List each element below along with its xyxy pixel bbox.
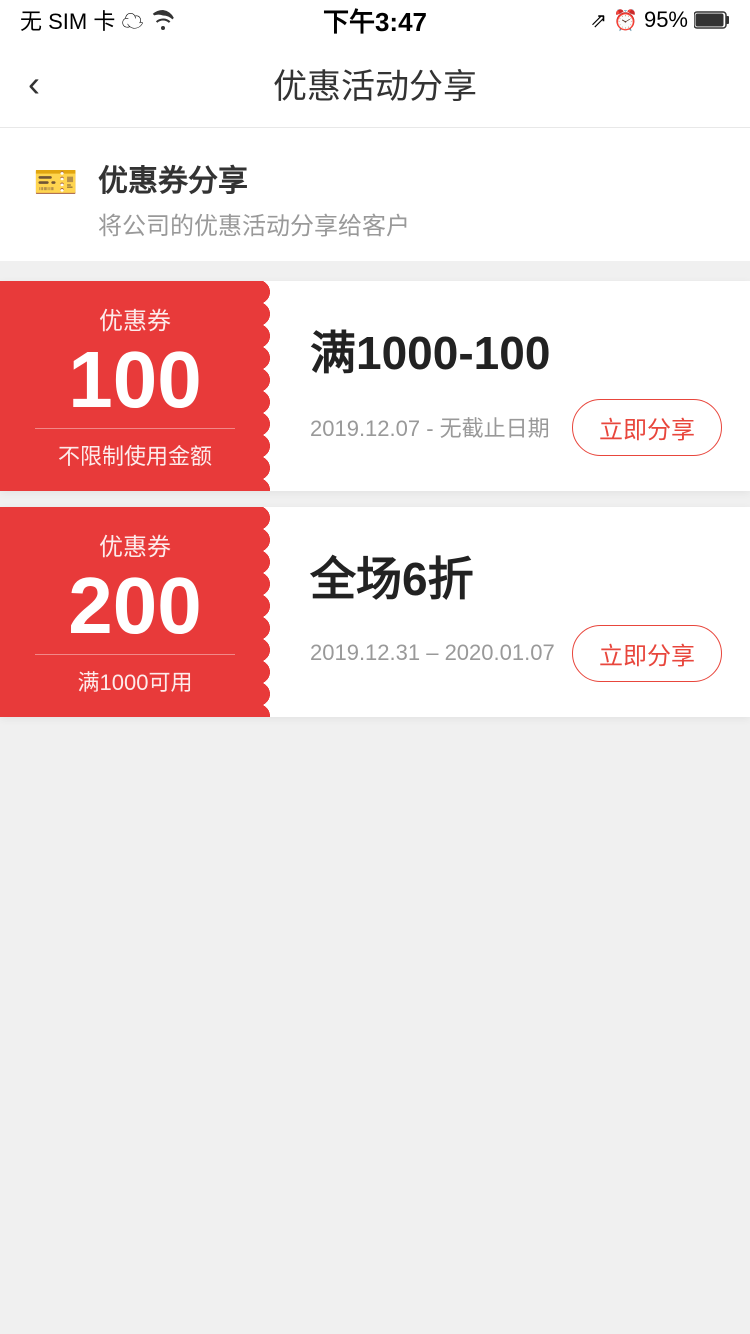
status-bar: 无 SIM 卡 ☁ 下午3:47 ⇗ ⏰ 95% bbox=[0, 0, 750, 40]
coupon-footer: 2019.12.07 - 无截止日期 立即分享 bbox=[310, 399, 722, 456]
battery-icon bbox=[694, 10, 730, 30]
page-title: 优惠活动分享 bbox=[273, 59, 477, 108]
wifi-icon bbox=[151, 10, 175, 30]
coupon-date: 2019.12.31 – 2020.01.07 bbox=[310, 640, 560, 666]
section-header: 🎫 优惠券分享 将公司的优惠活动分享给客户 bbox=[0, 128, 750, 261]
battery-percent: 95% bbox=[644, 7, 688, 33]
coupon-type-label: 优惠券 bbox=[99, 527, 171, 562]
coupon-condition: 满1000可用 bbox=[78, 665, 193, 697]
share-button[interactable]: 立即分享 bbox=[572, 625, 722, 682]
coupon-right-panel: 满1000-100 2019.12.07 - 无截止日期 立即分享 bbox=[270, 281, 750, 491]
share-button[interactable]: 立即分享 bbox=[572, 399, 722, 456]
coupon-name: 满1000-100 bbox=[310, 317, 722, 383]
coupon-list: 优惠券 100 不限制使用金额 满1000-100 2019.12.07 - 无… bbox=[0, 281, 750, 737]
status-time: 下午3:47 bbox=[323, 2, 427, 39]
coupon-amount: 100 bbox=[68, 340, 201, 420]
status-left: 无 SIM 卡 ☁ bbox=[20, 4, 175, 36]
empty-area bbox=[0, 737, 750, 1237]
coupon-date: 2019.12.07 - 无截止日期 bbox=[310, 411, 560, 443]
section-text: 优惠券分享 将公司的优惠活动分享给客户 bbox=[98, 156, 410, 241]
coupon-type-label: 优惠券 bbox=[99, 301, 171, 336]
coupon-section-icon: 🎫 bbox=[30, 156, 82, 208]
alarm-icon: ⏰ bbox=[613, 8, 638, 33]
coupon-right-panel: 全场6折 2019.12.31 – 2020.01.07 立即分享 bbox=[270, 507, 750, 717]
coupon-divider bbox=[35, 428, 235, 429]
nav-bar: ‹ 优惠活动分享 bbox=[0, 40, 750, 128]
coupon-condition: 不限制使用金额 bbox=[58, 439, 212, 471]
coupon-card: 优惠券 200 满1000可用 全场6折 2019.12.31 – 2020.0… bbox=[0, 507, 750, 717]
coupon-left-panel: 优惠券 100 不限制使用金额 bbox=[0, 281, 270, 491]
back-button[interactable]: ‹ bbox=[28, 63, 40, 105]
coupon-name: 全场6折 bbox=[310, 543, 722, 609]
coupon-amount: 200 bbox=[68, 566, 201, 646]
coupon-left-panel: 优惠券 200 满1000可用 bbox=[0, 507, 270, 717]
status-right: ⇗ ⏰ 95% bbox=[590, 7, 730, 33]
coupon-card: 优惠券 100 不限制使用金额 满1000-100 2019.12.07 - 无… bbox=[0, 281, 750, 491]
section-title: 优惠券分享 bbox=[98, 156, 410, 200]
sim-label: 无 SIM 卡 ☁ bbox=[20, 4, 143, 36]
location-icon: ⇗ bbox=[590, 8, 607, 33]
section-subtitle: 将公司的优惠活动分享给客户 bbox=[98, 206, 410, 241]
coupon-divider bbox=[35, 654, 235, 655]
coupon-footer: 2019.12.31 – 2020.01.07 立即分享 bbox=[310, 625, 722, 682]
